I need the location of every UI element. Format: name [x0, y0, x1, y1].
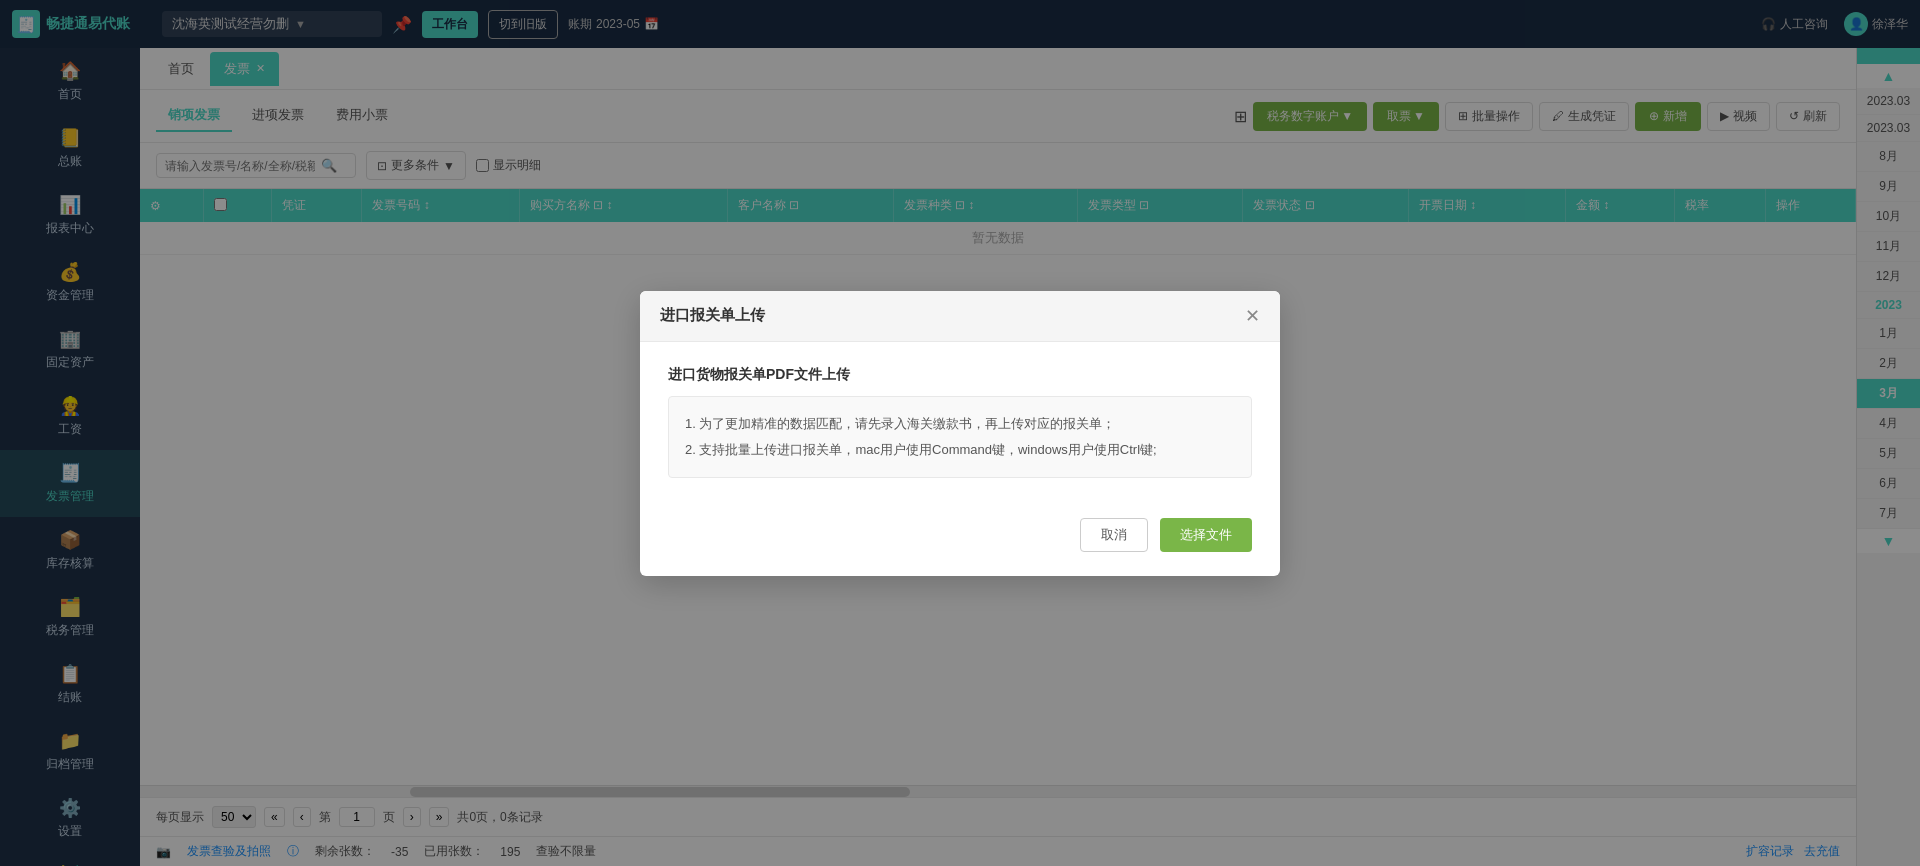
modal-cancel-button[interactable]: 取消	[1080, 518, 1148, 552]
import-customs-modal: 进口报关单上传 ✕ 进口货物报关单PDF文件上传 1. 为了更加精准的数据匹配，…	[640, 291, 1280, 576]
modal-info-box: 1. 为了更加精准的数据匹配，请先录入海关缴款书，再上传对应的报关单； 2. 支…	[668, 396, 1252, 478]
modal-header: 进口报关单上传 ✕	[640, 291, 1280, 342]
modal-upload-title: 进口货物报关单PDF文件上传	[668, 366, 1252, 384]
modal-overlay: 进口报关单上传 ✕ 进口货物报关单PDF文件上传 1. 为了更加精准的数据匹配，…	[0, 0, 1920, 866]
modal-info-item-1: 1. 为了更加精准的数据匹配，请先录入海关缴款书，再上传对应的报关单；	[685, 411, 1235, 437]
modal-body: 进口货物报关单PDF文件上传 1. 为了更加精准的数据匹配，请先录入海关缴款书，…	[640, 342, 1280, 502]
modal-select-file-button[interactable]: 选择文件	[1160, 518, 1252, 552]
modal-footer: 取消 选择文件	[640, 502, 1280, 576]
modal-title: 进口报关单上传	[660, 306, 765, 325]
modal-close-button[interactable]: ✕	[1245, 305, 1260, 327]
modal-info-item-2: 2. 支持批量上传进口报关单，mac用户使用Command键，windows用户…	[685, 437, 1235, 463]
